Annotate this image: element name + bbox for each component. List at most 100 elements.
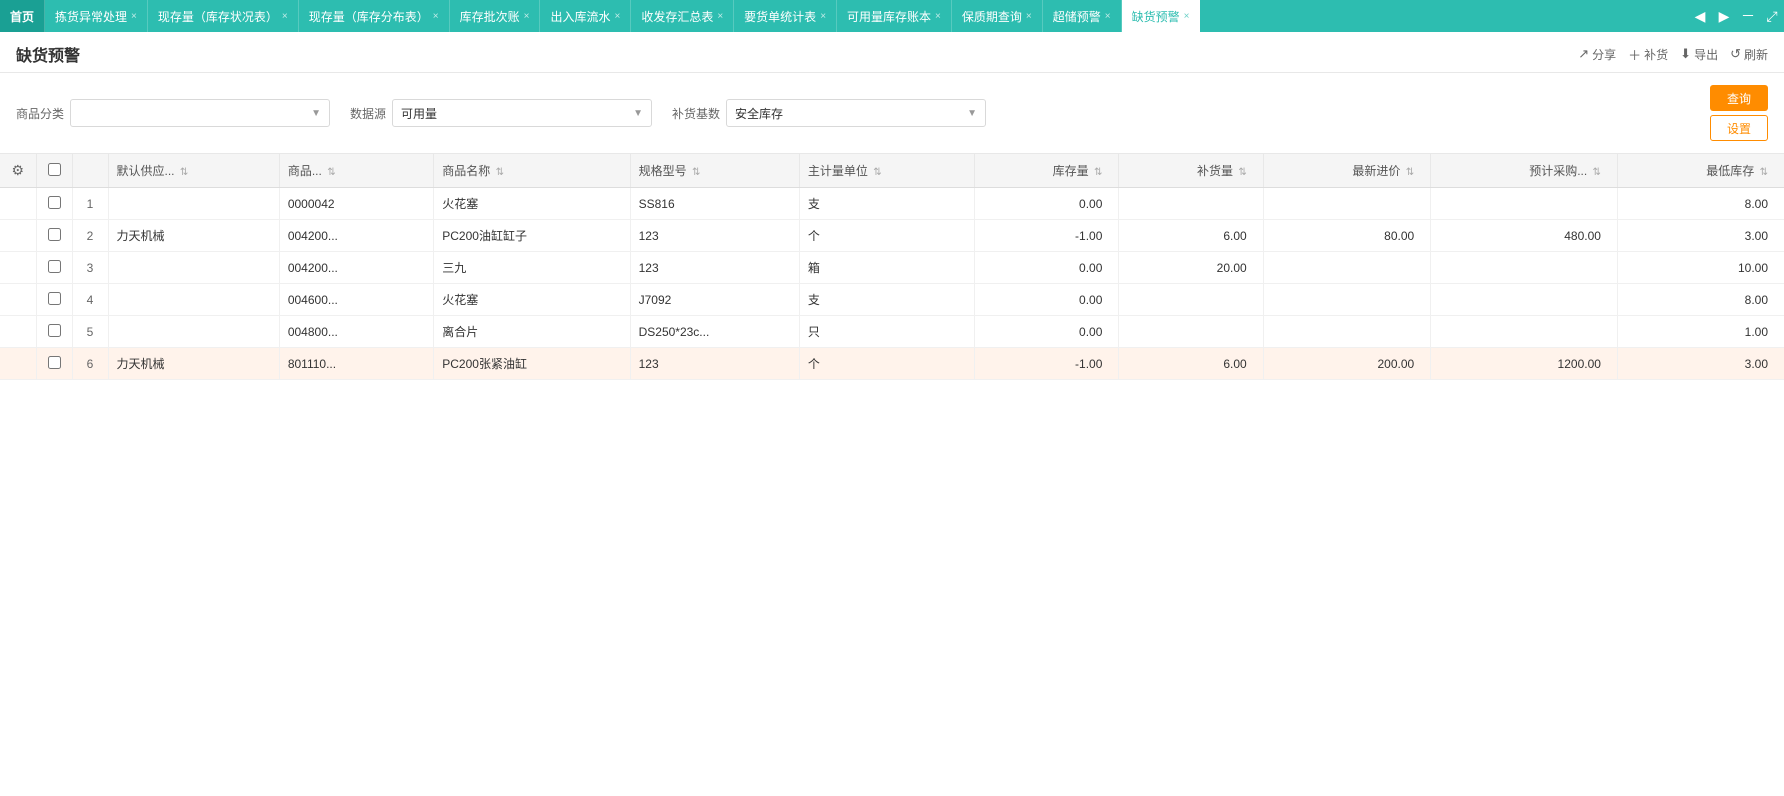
row-checkbox[interactable] [48,356,61,369]
row-spec: J7092 [630,284,799,316]
replenish-base-filter-group: 补货基数 安全库存 ▼ [672,99,986,127]
tab-inout-label: 出入库流水 [550,8,610,25]
th-min-stock-label: 最低库存 [1706,164,1754,178]
row-checkbox[interactable] [48,260,61,273]
row-checkbox-cell[interactable] [36,220,72,252]
th-goods-code-label: 商品... [288,164,322,178]
row-settings-cell [0,316,36,348]
tab-order-stat-close[interactable]: × [820,11,826,22]
tab-overstock-label: 超储预警 [1053,8,1101,25]
goods-name-sort-icon[interactable]: ⇅ [496,167,504,178]
tab-exception[interactable]: 拣货异常处理 × [45,0,148,32]
row-unit: 个 [799,348,974,380]
share-icon: ↗ [1578,46,1589,62]
row-checkbox[interactable] [48,228,61,241]
row-checkbox-cell[interactable] [36,252,72,284]
tab-available[interactable]: 可用量库存账本 × [837,0,952,32]
tab-home[interactable]: 首页 [0,0,45,32]
export-button[interactable]: ⬇ 导出 [1680,46,1718,63]
goods-code-sort-icon[interactable]: ⇅ [327,167,335,178]
th-unit: 主计量单位 ⇅ [799,154,974,188]
row-min-stock: 1.00 [1617,316,1784,348]
row-replenish-qty: 6.00 [1119,220,1263,252]
row-checkbox-cell[interactable] [36,284,72,316]
row-supplier [108,316,279,348]
tab-stock-dist-close[interactable]: × [433,11,439,22]
datasource-select-arrow: ▼ [633,108,643,119]
row-checkbox-cell[interactable] [36,188,72,220]
row-goods-code: 004200... [279,220,433,252]
tab-stock-dist[interactable]: 现存量（库存分布表） × [299,0,450,32]
stock-sort-icon[interactable]: ⇅ [1094,167,1102,178]
tab-overstock-close[interactable]: × [1105,11,1111,22]
filter-actions: 查询 设置 [1710,85,1768,141]
unit-sort-icon[interactable]: ⇅ [873,167,881,178]
tab-inout-close[interactable]: × [614,11,620,22]
tab-expand-btn[interactable]: ⤢ [1760,0,1784,32]
tab-batch[interactable]: 库存批次账 × [450,0,541,32]
select-all-checkbox[interactable] [48,163,61,176]
row-checkbox-cell[interactable] [36,316,72,348]
tab-shortage[interactable]: 缺货预警 × [1122,0,1201,32]
row-checkbox[interactable] [48,324,61,337]
tab-collect-close[interactable]: × [717,11,723,22]
row-goods-name: PC200张紧油缸 [434,348,630,380]
th-stock-label: 库存量 [1053,164,1089,178]
th-min-stock: 最低库存 ⇅ [1617,154,1784,188]
row-unit: 箱 [799,252,974,284]
th-estimated-label: 预计采购... [1529,164,1587,178]
replenish-base-select[interactable]: 安全库存 ▼ [726,99,986,127]
row-latest-price [1263,188,1430,220]
row-stock: -1.00 [975,348,1119,380]
header-actions: ↗ 分享 ＋ 补货 ⬇ 导出 ↺ 刷新 [1578,45,1768,64]
tab-expiry[interactable]: 保质期查询 × [952,0,1043,32]
data-table: ⚙ 默认供应... ⇅ 商品... ⇅ 商品名称 [0,154,1784,380]
tab-prev-btn[interactable]: ◀ [1688,0,1712,32]
refresh-button[interactable]: ↺ 刷新 [1730,46,1768,63]
spec-sort-icon[interactable]: ⇅ [692,167,700,178]
gear-icon: ⚙ [11,162,24,178]
th-num [72,154,108,188]
table-body: 1 0000042 火花塞 SS816 支 0.00 8.00 2 力天机械 0… [0,188,1784,380]
row-stock: 0.00 [975,252,1119,284]
settings-button[interactable]: 设置 [1710,115,1768,141]
tab-inout[interactable]: 出入库流水 × [540,0,631,32]
tab-exception-close[interactable]: × [131,11,137,22]
datasource-select[interactable]: 可用量 ▼ [392,99,652,127]
tab-shortage-close[interactable]: × [1184,11,1190,22]
row-checkbox[interactable] [48,292,61,305]
tab-available-close[interactable]: × [935,11,941,22]
row-latest-price: 80.00 [1263,220,1430,252]
row-checkbox-cell[interactable] [36,348,72,380]
latest-price-sort-icon[interactable]: ⇅ [1406,167,1414,178]
row-min-stock: 8.00 [1617,188,1784,220]
tab-collect[interactable]: 收发存汇总表 × [631,0,734,32]
replenish-sort-icon[interactable]: ⇅ [1238,167,1246,178]
query-button[interactable]: 查询 [1710,85,1768,111]
row-spec: DS250*23c... [630,316,799,348]
tab-minimize-btn[interactable]: － [1736,0,1760,32]
refresh-label: 刷新 [1744,46,1768,63]
row-num: 1 [72,188,108,220]
supplier-sort-icon[interactable]: ⇅ [180,167,188,178]
tab-batch-close[interactable]: × [524,11,530,22]
th-settings[interactable]: ⚙ [0,154,36,188]
tab-expiry-close[interactable]: × [1026,11,1032,22]
tab-stock-status-close[interactable]: × [282,11,288,22]
tab-order-stat[interactable]: 要货单统计表 × [734,0,837,32]
tab-stock-status-label: 现存量（库存状况表） [158,8,278,25]
estimated-sort-icon[interactable]: ⇅ [1593,167,1601,178]
th-goods-name-label: 商品名称 [442,164,490,178]
tab-home-label: 首页 [10,8,34,25]
tab-overstock[interactable]: 超储预警 × [1043,0,1122,32]
replenish-button[interactable]: ＋ 补货 [1628,45,1668,64]
row-checkbox[interactable] [48,196,61,209]
min-stock-sort-icon[interactable]: ⇅ [1760,167,1768,178]
row-estimated: 480.00 [1431,220,1618,252]
category-select[interactable]: ▼ [70,99,330,127]
th-unit-label: 主计量单位 [808,164,868,178]
tab-next-btn[interactable]: ▶ [1712,0,1736,32]
tab-stock-status[interactable]: 现存量（库存状况表） × [148,0,299,32]
th-checkbox[interactable] [36,154,72,188]
share-button[interactable]: ↗ 分享 [1578,46,1616,63]
